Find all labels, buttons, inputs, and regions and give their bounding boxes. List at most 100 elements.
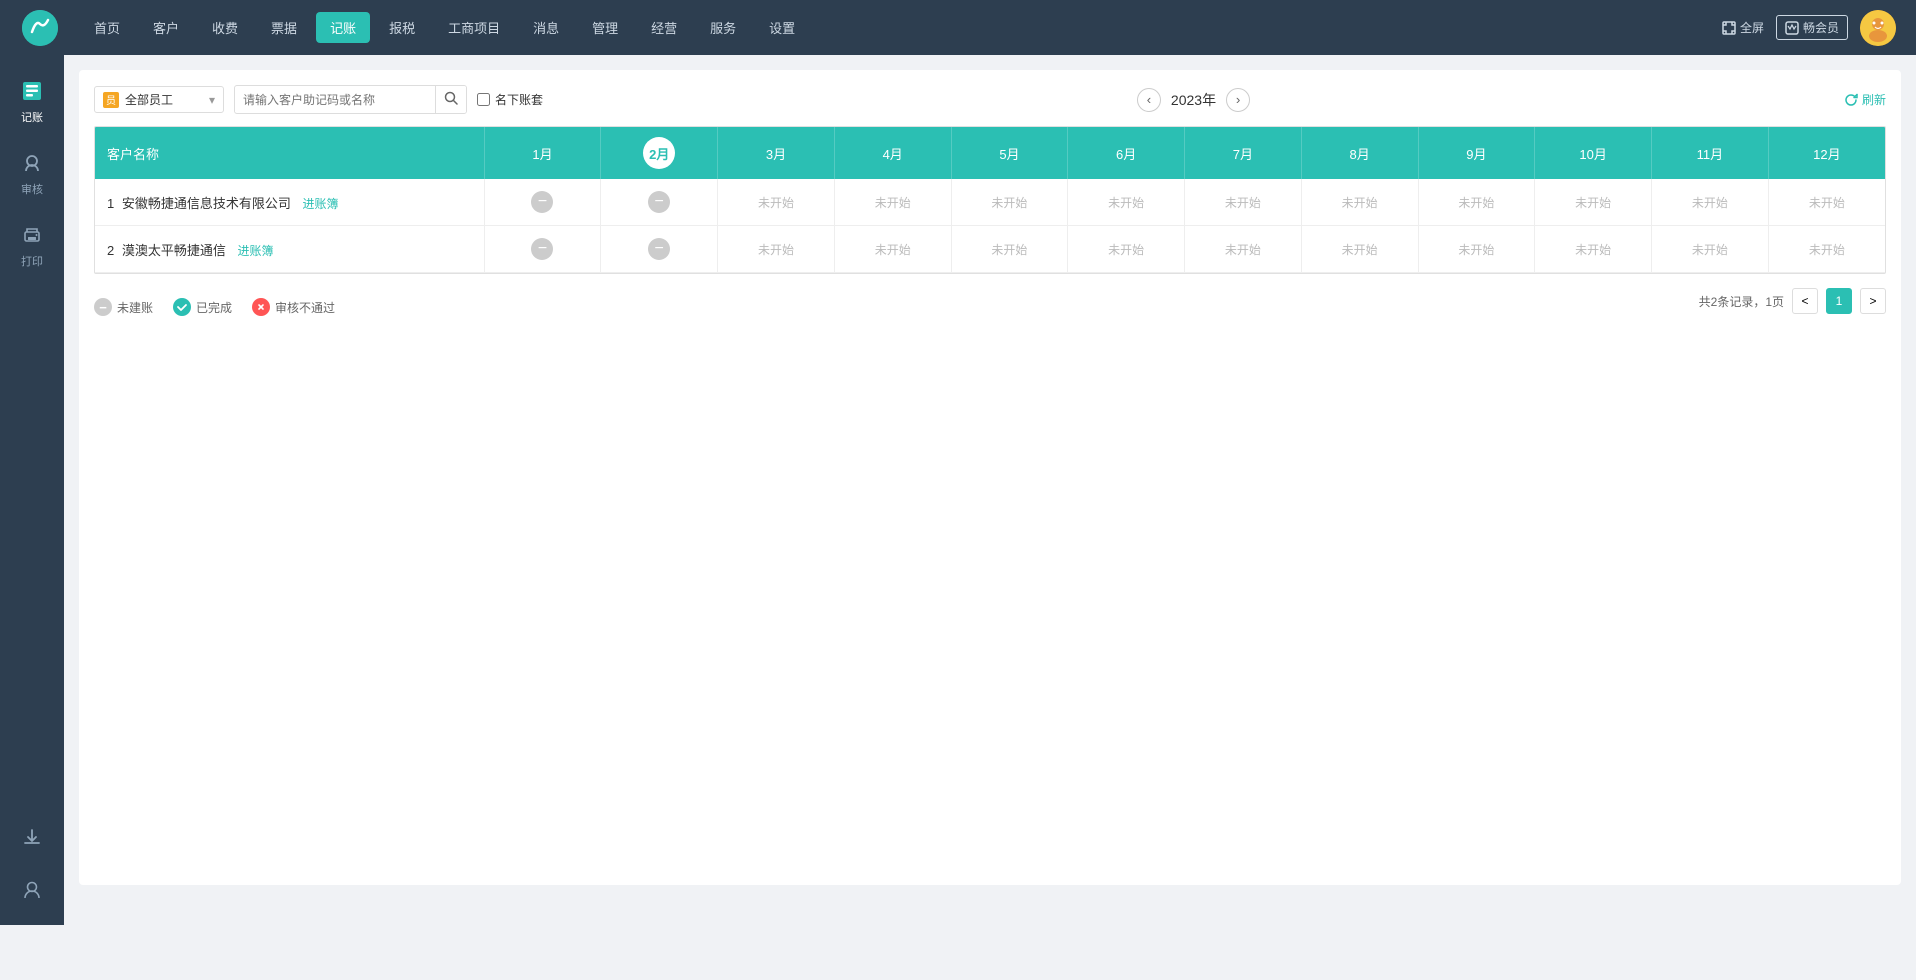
page-prev-button[interactable]: < bbox=[1792, 288, 1818, 314]
nav-item-business[interactable]: 工商项目 bbox=[434, 12, 514, 43]
status-dash-icon: − bbox=[531, 238, 553, 260]
nav-item-service[interactable]: 服务 bbox=[696, 12, 750, 43]
nav-item-home[interactable]: 首页 bbox=[80, 12, 134, 43]
refresh-button[interactable]: 刷新 bbox=[1844, 91, 1886, 108]
print-icon bbox=[18, 221, 46, 249]
status-dash-icon: − bbox=[648, 191, 670, 213]
enter-ledger-link-1[interactable]: 进账簿 bbox=[303, 197, 339, 211]
search-button[interactable] bbox=[435, 86, 466, 113]
row2-jan: − bbox=[484, 226, 601, 273]
employee-select-label: 全部员工 bbox=[125, 91, 173, 108]
fullscreen-label: 全屏 bbox=[1740, 19, 1764, 36]
logo bbox=[10, 10, 70, 46]
row1-oct: 未开始 bbox=[1535, 179, 1652, 226]
legend-label-not-built: 未建账 bbox=[117, 299, 153, 316]
year-nav: ‹ 2023年 › bbox=[1137, 88, 1250, 112]
logo-icon bbox=[22, 10, 58, 46]
col-header-jan: 1月 bbox=[484, 127, 601, 179]
col-header-mar: 3月 bbox=[718, 127, 835, 179]
legend-item-rejected: 审核不通过 bbox=[252, 298, 335, 316]
page-1-button[interactable]: 1 bbox=[1826, 288, 1852, 314]
row2-aug: 未开始 bbox=[1301, 226, 1418, 273]
legend-item-completed: 已完成 bbox=[173, 298, 232, 316]
nav-item-invoices[interactable]: 票据 bbox=[257, 12, 311, 43]
nav-item-manage[interactable]: 管理 bbox=[578, 12, 632, 43]
nav-item-settings[interactable]: 设置 bbox=[755, 12, 809, 43]
page-info: 共2条记录，1页 bbox=[1699, 293, 1784, 310]
nav-item-bookkeeping[interactable]: 记账 bbox=[316, 12, 370, 43]
row2-may: 未开始 bbox=[951, 226, 1068, 273]
client-name-cell-2: 2 漠澳太平畅捷通信 进账簿 bbox=[95, 226, 484, 273]
avatar[interactable] bbox=[1860, 10, 1896, 46]
col-header-apr: 4月 bbox=[834, 127, 951, 179]
sidebar-item-audit[interactable]: 审核 bbox=[0, 137, 64, 209]
nav-item-messages[interactable]: 消息 bbox=[519, 12, 573, 43]
page-next-button[interactable]: > bbox=[1860, 288, 1886, 314]
vip-button[interactable]: 畅会员 bbox=[1776, 15, 1848, 40]
sidebar-item-download[interactable] bbox=[0, 811, 64, 863]
enter-ledger-link-2[interactable]: 进账簿 bbox=[238, 244, 274, 258]
row2-nov: 未开始 bbox=[1651, 226, 1768, 273]
nav-right: 全屏 畅会员 bbox=[1722, 10, 1906, 46]
table-header: 客户名称 1月 2月 3月 4月 bbox=[95, 127, 1885, 179]
pagination-area: 共2条记录，1页 < 1 > bbox=[1699, 288, 1886, 314]
main-table: 客户名称 1月 2月 3月 4月 bbox=[95, 127, 1885, 273]
row1-mar: 未开始 bbox=[718, 179, 835, 226]
employee-icon-label: 员 bbox=[106, 92, 116, 107]
row2-dec: 未开始 bbox=[1768, 226, 1885, 273]
col-header-may: 5月 bbox=[951, 127, 1068, 179]
nav-item-fees[interactable]: 收费 bbox=[198, 12, 252, 43]
col-header-jul: 7月 bbox=[1185, 127, 1302, 179]
active-month-circle: 2月 bbox=[643, 137, 675, 169]
row1-apr: 未开始 bbox=[834, 179, 951, 226]
row1-nov: 未开始 bbox=[1651, 179, 1768, 226]
footer-legend: − 未建账 已完成 bbox=[94, 298, 335, 316]
year-prev-button[interactable]: ‹ bbox=[1137, 88, 1161, 112]
row1-may: 未开始 bbox=[951, 179, 1068, 226]
sidebar-item-print[interactable]: 打印 bbox=[0, 209, 64, 281]
nav-item-operation[interactable]: 经营 bbox=[637, 12, 691, 43]
row1-sep: 未开始 bbox=[1418, 179, 1535, 226]
table-scroll[interactable]: 客户名称 1月 2月 3月 4月 bbox=[95, 127, 1885, 273]
top-nav: 首页 客户 收费 票据 记账 报税 工商项目 消息 管理 经营 服务 设置 全屏… bbox=[0, 0, 1916, 55]
my-account-label: 名下账套 bbox=[495, 91, 543, 108]
employee-select-arrow: ▾ bbox=[209, 93, 215, 107]
sidebar: 记账 审核 打印 bbox=[0, 55, 64, 925]
nav-item-tax[interactable]: 报税 bbox=[375, 12, 429, 43]
footer-bar: − 未建账 已完成 bbox=[94, 286, 1886, 316]
employee-select[interactable]: 员 全部员工 ▾ bbox=[94, 86, 224, 113]
nav-item-clients[interactable]: 客户 bbox=[139, 12, 193, 43]
search-input[interactable] bbox=[235, 88, 435, 112]
my-account-checkbox[interactable] bbox=[477, 93, 490, 106]
content-area: 员 全部员工 ▾ 名下账套 ‹ 2023年 bbox=[79, 70, 1901, 885]
sidebar-item-bookkeeping[interactable]: 记账 bbox=[0, 65, 64, 137]
audit-icon bbox=[18, 149, 46, 177]
col-header-dec: 12月 bbox=[1768, 127, 1885, 179]
toolbar: 员 全部员工 ▾ 名下账套 ‹ 2023年 bbox=[94, 85, 1886, 114]
col-header-nov: 11月 bbox=[1651, 127, 1768, 179]
row2-mar: 未开始 bbox=[718, 226, 835, 273]
fullscreen-button[interactable]: 全屏 bbox=[1722, 19, 1764, 36]
table-container: 客户名称 1月 2月 3月 4月 bbox=[94, 126, 1886, 274]
sidebar-item-user[interactable] bbox=[0, 863, 64, 915]
main-content: 员 全部员工 ▾ 名下账套 ‹ 2023年 bbox=[64, 55, 1916, 925]
row-number-1: 1 bbox=[107, 196, 114, 211]
col-header-aug: 8月 bbox=[1301, 127, 1418, 179]
status-dash-icon: − bbox=[648, 238, 670, 260]
row-number-2: 2 bbox=[107, 243, 114, 258]
sidebar-item-audit-label: 审核 bbox=[21, 181, 43, 197]
user-icon bbox=[18, 875, 46, 903]
employee-icon: 员 bbox=[103, 92, 119, 108]
nav-items: 首页 客户 收费 票据 记账 报税 工商项目 消息 管理 经营 服务 设置 bbox=[70, 12, 1722, 43]
row2-apr: 未开始 bbox=[834, 226, 951, 273]
client-name-2: 漠澳太平畅捷通信 bbox=[122, 243, 226, 258]
row1-jun: 未开始 bbox=[1068, 179, 1185, 226]
col-header-oct: 10月 bbox=[1535, 127, 1652, 179]
row2-jul: 未开始 bbox=[1185, 226, 1302, 273]
my-account-check[interactable]: 名下账套 bbox=[477, 91, 543, 108]
row1-aug: 未开始 bbox=[1301, 179, 1418, 226]
year-next-button[interactable]: › bbox=[1226, 88, 1250, 112]
row1-feb: − bbox=[601, 179, 718, 226]
download-icon bbox=[18, 823, 46, 851]
search-wrapper bbox=[234, 85, 467, 114]
